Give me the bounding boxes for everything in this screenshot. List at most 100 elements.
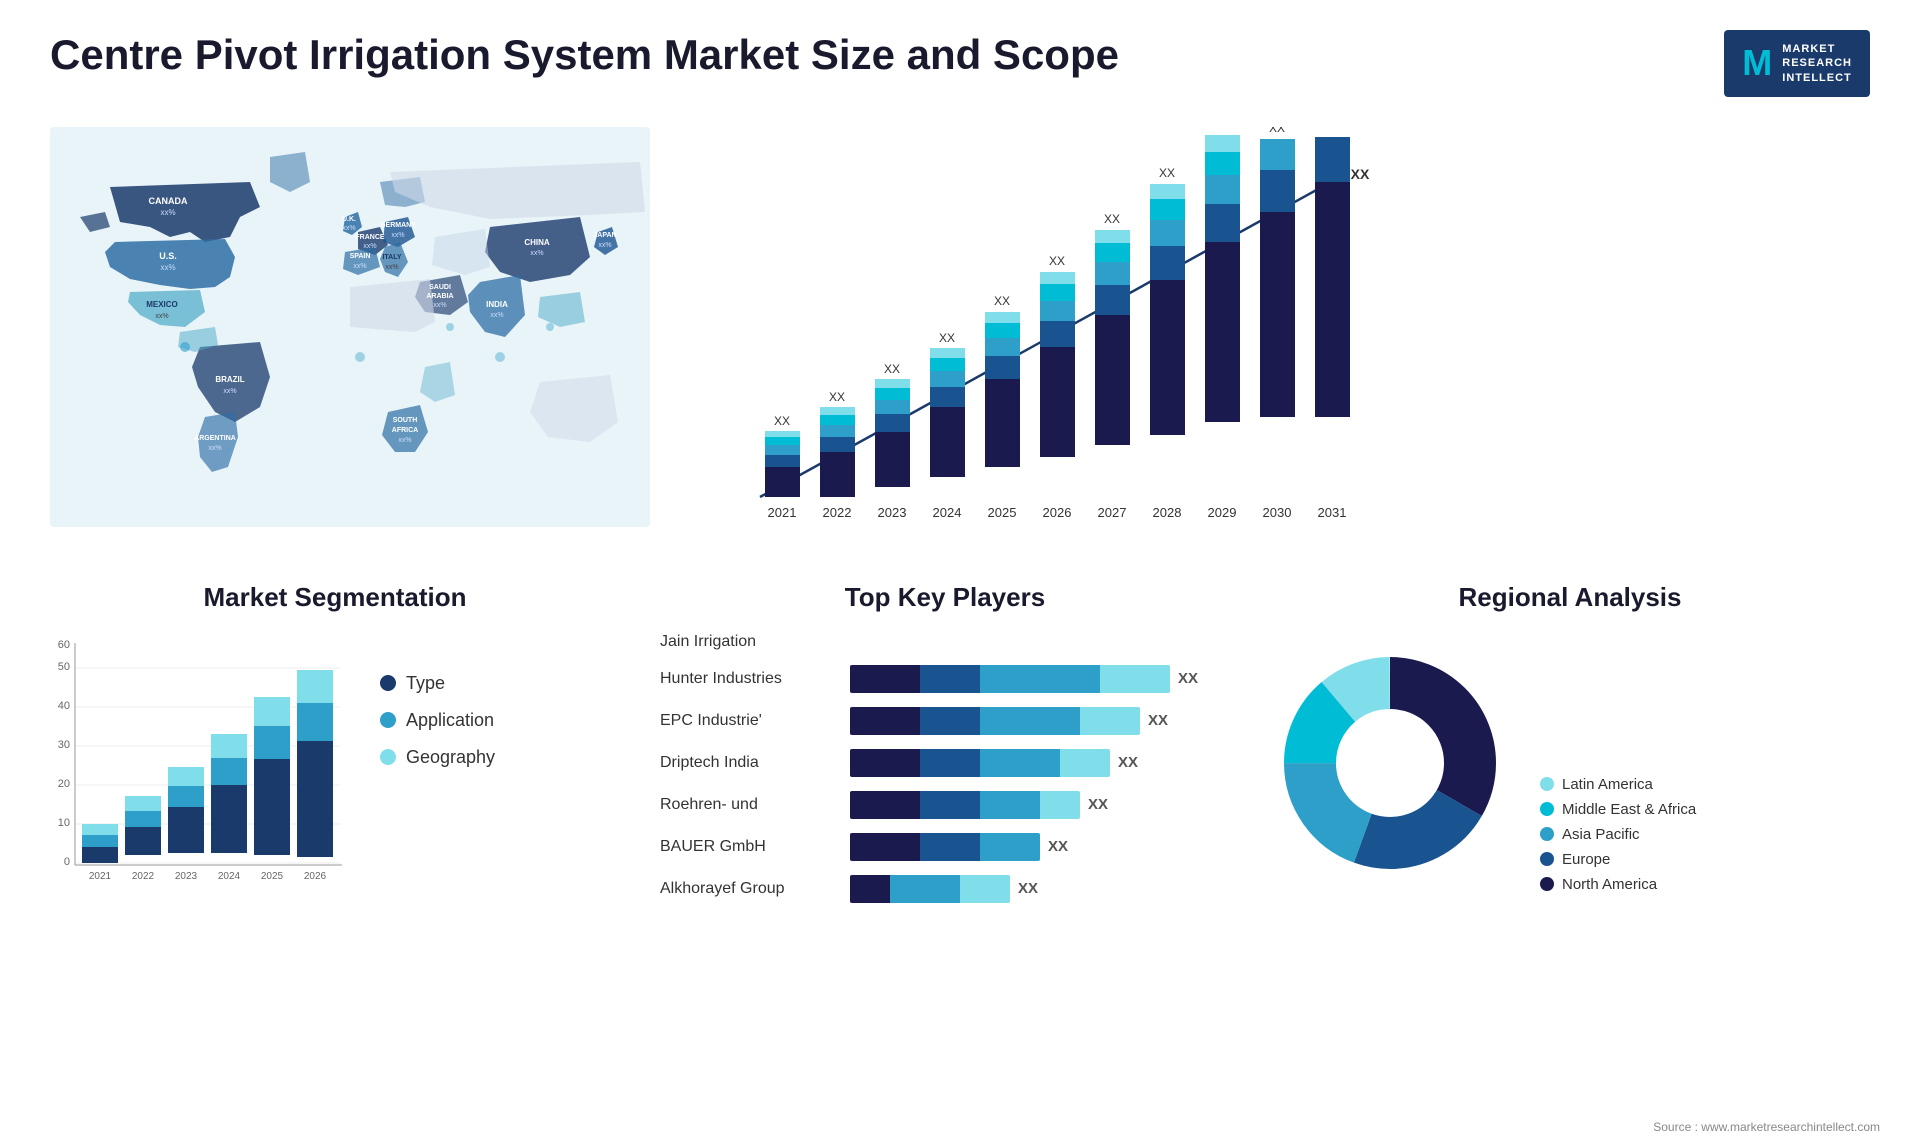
svg-text:xx%: xx% xyxy=(433,302,446,309)
svg-text:xx%: xx% xyxy=(385,264,398,271)
svg-text:50: 50 xyxy=(58,661,70,673)
svg-text:SPAIN: SPAIN xyxy=(350,253,371,260)
player-xx: XX xyxy=(1118,754,1138,771)
segmentation-section: Market Segmentation 0 10 20 30 40 50 60 xyxy=(20,562,640,937)
bar-chart-area: 2021 XX 2022 XX 2023 XX 2024 xyxy=(690,117,1900,562)
legend-dot-application xyxy=(380,712,396,728)
growth-chart-svg: 2021 XX 2022 XX 2023 XX 2024 xyxy=(720,127,1370,547)
logo-area: M MARKET RESEARCH INTELLECT xyxy=(1724,30,1870,97)
player-row: EPC Industrie' XX xyxy=(660,707,1230,735)
svg-text:AFRICA: AFRICA xyxy=(392,427,418,434)
player-row: Alkhorayef Group XX xyxy=(660,875,1230,903)
legend-dot-type xyxy=(380,675,396,691)
svg-text:JAPAN: JAPAN xyxy=(593,232,616,239)
legend-row-mea: Middle East & Africa xyxy=(1540,801,1696,818)
player-bar xyxy=(850,875,1010,903)
svg-text:SAUDI: SAUDI xyxy=(429,284,451,291)
svg-text:xx%: xx% xyxy=(598,242,611,249)
player-name: Hunter Industries xyxy=(660,670,840,688)
players-table: Jain Irrigation Hunter Industries XX xyxy=(660,633,1230,903)
svg-text:XX: XX xyxy=(774,414,790,428)
svg-text:xx%: xx% xyxy=(398,437,411,444)
svg-text:2021: 2021 xyxy=(768,505,797,520)
legend-item-application: Application xyxy=(380,710,495,731)
svg-text:XX: XX xyxy=(994,294,1010,308)
player-name: BAUER GmbH xyxy=(660,838,840,856)
svg-text:xx%: xx% xyxy=(342,225,355,232)
player-row: Roehren- und XX xyxy=(660,791,1230,819)
donut-chart-svg xyxy=(1260,633,1520,893)
svg-text:2031: 2031 xyxy=(1318,505,1347,520)
regional-title: Regional Analysis xyxy=(1260,582,1880,613)
svg-text:U.K.: U.K. xyxy=(342,216,356,223)
source-text: Source : www.marketresearchintellect.com xyxy=(1653,1120,1880,1134)
svg-text:10: 10 xyxy=(58,817,70,829)
svg-text:XX: XX xyxy=(829,390,845,404)
player-bar xyxy=(850,833,1040,861)
page-title: Centre Pivot Irrigation System Market Si… xyxy=(50,30,1119,80)
regional-inner: Latin America Middle East & Africa Asia … xyxy=(1260,633,1880,893)
legend-row-latin: Latin America xyxy=(1540,776,1696,793)
svg-text:2029: 2029 xyxy=(1208,505,1237,520)
svg-text:MEXICO: MEXICO xyxy=(146,300,178,309)
legend-dot-na xyxy=(1540,877,1554,891)
legend-dot-mea xyxy=(1540,802,1554,816)
svg-text:xx%: xx% xyxy=(391,232,404,239)
svg-text:2025: 2025 xyxy=(261,871,284,882)
player-bar xyxy=(850,707,1140,735)
svg-text:xx%: xx% xyxy=(530,250,543,257)
svg-text:2023: 2023 xyxy=(878,505,907,520)
svg-text:xx%: xx% xyxy=(208,445,221,452)
player-bar-container: XX xyxy=(850,749,1230,777)
svg-text:2022: 2022 xyxy=(823,505,852,520)
svg-text:2023: 2023 xyxy=(175,871,198,882)
player-row: Hunter Industries XX xyxy=(660,665,1230,693)
svg-text:xx%: xx% xyxy=(160,263,175,272)
svg-text:GERMANY: GERMANY xyxy=(380,222,416,229)
regional-section: Regional Analysis xyxy=(1240,562,1900,937)
segmentation-title: Market Segmentation xyxy=(50,582,620,613)
player-row: BAUER GmbH XX xyxy=(660,833,1230,861)
bottom-row: Market Segmentation 0 10 20 30 40 50 60 xyxy=(0,562,1920,937)
svg-text:2021: 2021 xyxy=(89,871,112,882)
player-bar-container: XX xyxy=(850,665,1230,693)
player-xx: XX xyxy=(1178,670,1198,687)
header: Centre Pivot Irrigation System Market Si… xyxy=(0,0,1920,117)
svg-text:xx%: xx% xyxy=(353,263,366,270)
player-name: Driptech India xyxy=(660,754,840,772)
top-row: CANADA xx% U.S. xx% MEXICO xx% BRAZIL xx… xyxy=(0,117,1920,562)
legend-dot-latin xyxy=(1540,777,1554,791)
player-bar-container: XX xyxy=(850,833,1230,861)
key-players-section: Top Key Players Jain Irrigation Hunter I… xyxy=(640,562,1240,937)
svg-text:XX: XX xyxy=(1351,166,1370,182)
svg-text:2024: 2024 xyxy=(218,871,241,882)
legend-row-na: North America xyxy=(1540,876,1696,893)
player-bar-container: XX xyxy=(850,875,1230,903)
legend-item-type: Type xyxy=(380,673,495,694)
svg-text:0: 0 xyxy=(64,856,70,868)
svg-text:XX: XX xyxy=(1104,212,1120,226)
svg-text:XX: XX xyxy=(1214,127,1230,130)
svg-text:2026: 2026 xyxy=(1043,505,1072,520)
svg-text:20: 20 xyxy=(58,778,70,790)
svg-text:CANADA: CANADA xyxy=(149,196,188,206)
player-xx: XX xyxy=(1048,838,1068,855)
svg-text:ARGENTINA: ARGENTINA xyxy=(194,435,236,442)
seg-legend: Type Application Geography xyxy=(380,673,495,768)
player-bar-container: XX xyxy=(850,791,1230,819)
player-name: Alkhorayef Group xyxy=(660,880,840,898)
player-xx: XX xyxy=(1148,712,1168,729)
svg-text:2024: 2024 xyxy=(933,505,962,520)
svg-text:xx%: xx% xyxy=(363,243,376,250)
svg-text:ARABIA: ARABIA xyxy=(426,293,453,300)
player-bar xyxy=(850,665,1170,693)
svg-text:CHINA: CHINA xyxy=(524,238,550,247)
svg-text:xx%: xx% xyxy=(490,312,503,319)
logo-box: M MARKET RESEARCH INTELLECT xyxy=(1724,30,1870,97)
legend-dot-geography xyxy=(380,749,396,765)
svg-text:2027: 2027 xyxy=(1098,505,1127,520)
svg-text:2022: 2022 xyxy=(132,871,155,882)
svg-text:SOUTH: SOUTH xyxy=(393,417,418,424)
pie-legend: Latin America Middle East & Africa Asia … xyxy=(1540,776,1696,893)
svg-text:2030: 2030 xyxy=(1263,505,1292,520)
